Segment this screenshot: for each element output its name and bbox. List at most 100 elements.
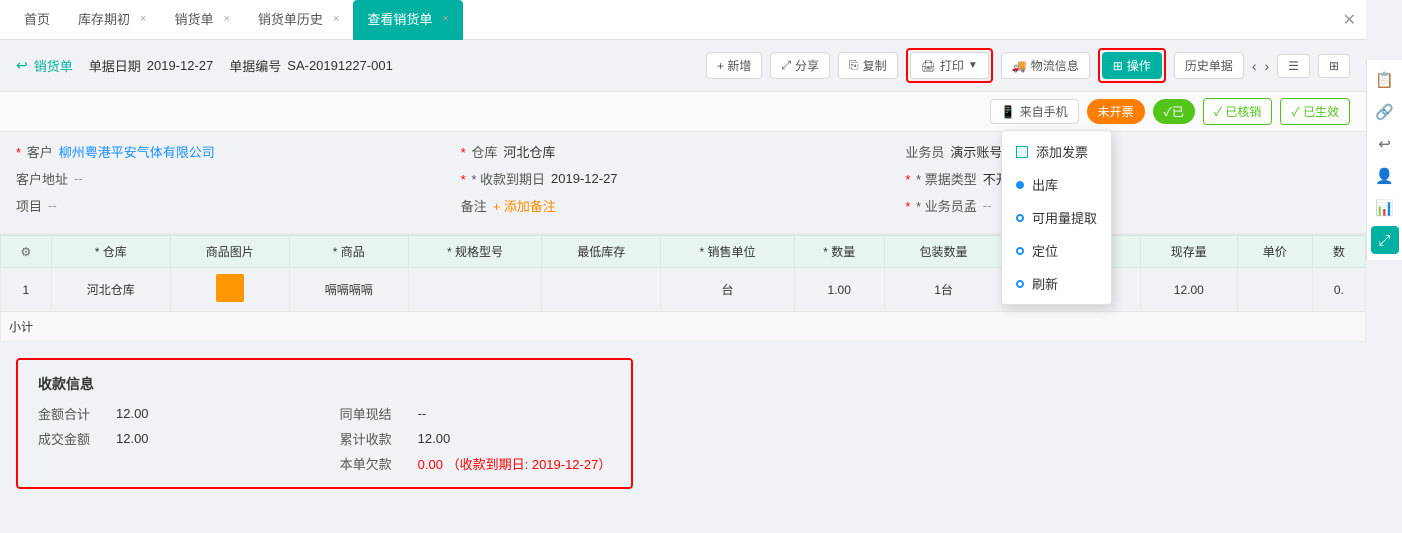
payment-date-field: * * 收款到期日 2019-12-27 bbox=[461, 169, 906, 188]
same-order-value: -- bbox=[418, 406, 427, 421]
row-no: 1 bbox=[1, 268, 52, 312]
dot-icon bbox=[1016, 181, 1024, 189]
outline-dot-icon bbox=[1016, 214, 1024, 222]
close-tab-sales-history[interactable]: × bbox=[333, 13, 339, 25]
col-warehouse: * 仓库 bbox=[51, 236, 170, 268]
close-window[interactable]: ✕ bbox=[1343, 10, 1356, 30]
confirm-button[interactable]: ✓已 bbox=[1153, 99, 1195, 124]
settings-icon: ⚙ bbox=[21, 245, 32, 259]
table-header-row: ⚙ * 仓库 商品图片 * 商品 * 规格型号 最低库存 * 销售单位 * 数量… bbox=[1, 236, 1366, 268]
data-table-wrap: ⚙ * 仓库 商品图片 * 商品 * 规格型号 最低库存 * 销售单位 * 数量… bbox=[0, 234, 1366, 342]
employee-value: 演示账号 bbox=[950, 142, 1002, 161]
phone-icon: 📱 bbox=[1001, 105, 1016, 119]
dropdown-locate[interactable]: 定位 bbox=[1002, 234, 1111, 267]
toolbar-row: 📱 来自手机 未开票 ✓已 ✓ 已核销 ✓ 已生效 bbox=[0, 92, 1366, 132]
close-tab-sales[interactable]: × bbox=[223, 13, 229, 25]
next-button[interactable]: › bbox=[1265, 58, 1270, 74]
dropdown-add-invoice[interactable]: 添加发票 bbox=[1002, 135, 1111, 168]
list-view-button[interactable]: ☰ bbox=[1277, 54, 1310, 78]
effective-button[interactable]: ✓ 已生效 bbox=[1280, 98, 1350, 125]
dropdown-refresh[interactable]: 刷新 bbox=[1002, 267, 1111, 300]
row-spec bbox=[408, 268, 542, 312]
grid-icon: ⊞ bbox=[1113, 59, 1123, 73]
invoice-icon bbox=[1016, 146, 1028, 158]
check-icon: ✓ bbox=[1214, 105, 1222, 119]
deal-amount-value: 12.00 bbox=[116, 431, 149, 446]
operation-button[interactable]: ⊞ 操作 bbox=[1102, 52, 1162, 79]
row-product: 嗝嗝嗝嗝 bbox=[289, 268, 408, 312]
payment-title: 收款信息 bbox=[38, 374, 611, 394]
same-order-row: 同单现结 -- bbox=[340, 404, 612, 423]
grid-view-button[interactable]: ⊞ bbox=[1318, 54, 1350, 78]
locate-dot-icon bbox=[1016, 247, 1024, 255]
doc-title: ↩ 销货单 bbox=[16, 56, 73, 75]
sidebar-link-icon[interactable]: 🔗 bbox=[1371, 98, 1399, 126]
address-value: -- bbox=[74, 171, 83, 186]
dropdown-available[interactable]: 可用量提取 bbox=[1002, 201, 1111, 234]
history-button[interactable]: 历史单据 bbox=[1174, 52, 1244, 79]
tab-home[interactable]: 首页 bbox=[10, 0, 64, 40]
col-gear[interactable]: ⚙ bbox=[1, 236, 52, 268]
form-row-1: * 客户 柳州粤港平安气体有限公司 * 仓库 河北仓库 业务员 演示账号 bbox=[16, 142, 1350, 161]
tab-bar: 首页 库存期初 × 销货单 × 销货单历史 × 查看销货单 × ✕ bbox=[0, 0, 1366, 40]
col-min-stock: 最低库存 bbox=[542, 236, 661, 268]
row-min-stock bbox=[542, 268, 661, 312]
close-tab-inventory[interactable]: × bbox=[140, 13, 146, 25]
share-button[interactable]: ⤢ 分享 bbox=[770, 52, 830, 79]
sidebar-doc-icon[interactable]: 📋 bbox=[1371, 66, 1399, 94]
subtotal-label: 小计 bbox=[1, 312, 1366, 342]
prev-button[interactable]: ‹ bbox=[1252, 58, 1257, 74]
tab-sales[interactable]: 销货单 × bbox=[160, 0, 243, 40]
doc-date-meta: 单据日期 2019-12-27 bbox=[89, 56, 214, 75]
check-icon2: ✓ bbox=[1291, 105, 1299, 119]
amount-row: 金额合计 12.00 bbox=[38, 404, 310, 423]
project-field: 项目 -- bbox=[16, 196, 461, 215]
refresh-dot-icon bbox=[1016, 280, 1024, 288]
project-value: -- bbox=[48, 198, 57, 213]
new-button[interactable]: + 新增 bbox=[706, 52, 762, 79]
not-open-button[interactable]: 未开票 bbox=[1087, 99, 1145, 124]
doc-no-meta: 单据编号 SA-20191227-001 bbox=[229, 56, 393, 75]
print-button[interactable]: 🖨 打印 ▼ bbox=[910, 52, 989, 79]
payment-box: 收款信息 金额合计 12.00 同单现结 -- 成交金额 12.00 bbox=[16, 358, 633, 489]
cumulative-value: 12.00 bbox=[418, 431, 451, 446]
row-warehouse: 河北仓库 bbox=[51, 268, 170, 312]
add-note-button[interactable]: + 添加备注 bbox=[493, 196, 556, 215]
sidebar-user-icon[interactable]: 👤 bbox=[1371, 162, 1399, 190]
sidebar-expand-icon[interactable]: ⤢ bbox=[1371, 226, 1399, 254]
col-stock: 现存量 bbox=[1140, 236, 1237, 268]
col-pack-qty: 包装数量 bbox=[884, 236, 1003, 268]
products-table: ⚙ * 仓库 商品图片 * 商品 * 规格型号 最低库存 * 销售单位 * 数量… bbox=[0, 235, 1366, 342]
copy-icon: ⎘ bbox=[849, 58, 859, 73]
copy-button[interactable]: ⎘ 复制 bbox=[838, 52, 898, 79]
logistics-button[interactable]: 🚚 物流信息 bbox=[1001, 52, 1090, 79]
amount-value: 12.00 bbox=[116, 406, 149, 421]
sidebar-chart-icon[interactable]: 📊 bbox=[1371, 194, 1399, 222]
note-field: 备注 + 添加备注 bbox=[461, 196, 906, 215]
row-img bbox=[170, 268, 289, 312]
col-img: 商品图片 bbox=[170, 236, 289, 268]
doc-actions: + 新增 ⤢ 分享 ⎘ 复制 🖨 打印 ▼ 🚚 bbox=[706, 48, 1350, 83]
col-product: * 商品 bbox=[289, 236, 408, 268]
tab-sales-history[interactable]: 销货单历史 × bbox=[244, 0, 353, 40]
payment-date-value: 2019-12-27 bbox=[551, 171, 618, 186]
row-stock: 12.00 bbox=[1140, 268, 1237, 312]
row-quantity: 1.00 bbox=[794, 268, 884, 312]
customer-value[interactable]: 柳州粤港平安气体有限公司 bbox=[59, 142, 215, 161]
dropdown-outbound[interactable]: 出库 bbox=[1002, 168, 1111, 201]
sold-out-button[interactable]: ✓ 已核销 bbox=[1203, 98, 1273, 125]
tab-inventory[interactable]: 库存期初 × bbox=[64, 0, 160, 40]
payment-grid: 金额合计 12.00 同单现结 -- 成交金额 12.00 累计收款 12.00 bbox=[38, 404, 611, 473]
close-tab-view-sales[interactable]: × bbox=[442, 13, 448, 25]
phone-button[interactable]: 📱 来自手机 bbox=[990, 99, 1079, 124]
col-spec: * 规格型号 bbox=[408, 236, 542, 268]
sidebar-return-icon[interactable]: ↩ bbox=[1371, 130, 1399, 158]
customer-field: * 客户 柳州粤港平安气体有限公司 bbox=[16, 142, 461, 161]
address-field: 客户地址 -- bbox=[16, 169, 461, 188]
share-icon: ⤢ bbox=[781, 58, 791, 73]
doc-header: ↩ 销货单 单据日期 2019-12-27 单据编号 SA-20191227-0… bbox=[0, 40, 1366, 92]
due-row: 本单欠款 0.00 （收款到期日: 2019-12-27） bbox=[340, 454, 612, 473]
tab-view-sales[interactable]: 查看销货单 × bbox=[353, 0, 462, 40]
dropdown-menu: 添加发票 出库 可用量提取 定位 刷新 bbox=[1001, 130, 1112, 305]
operation-highlight: ⊞ 操作 bbox=[1098, 48, 1166, 83]
